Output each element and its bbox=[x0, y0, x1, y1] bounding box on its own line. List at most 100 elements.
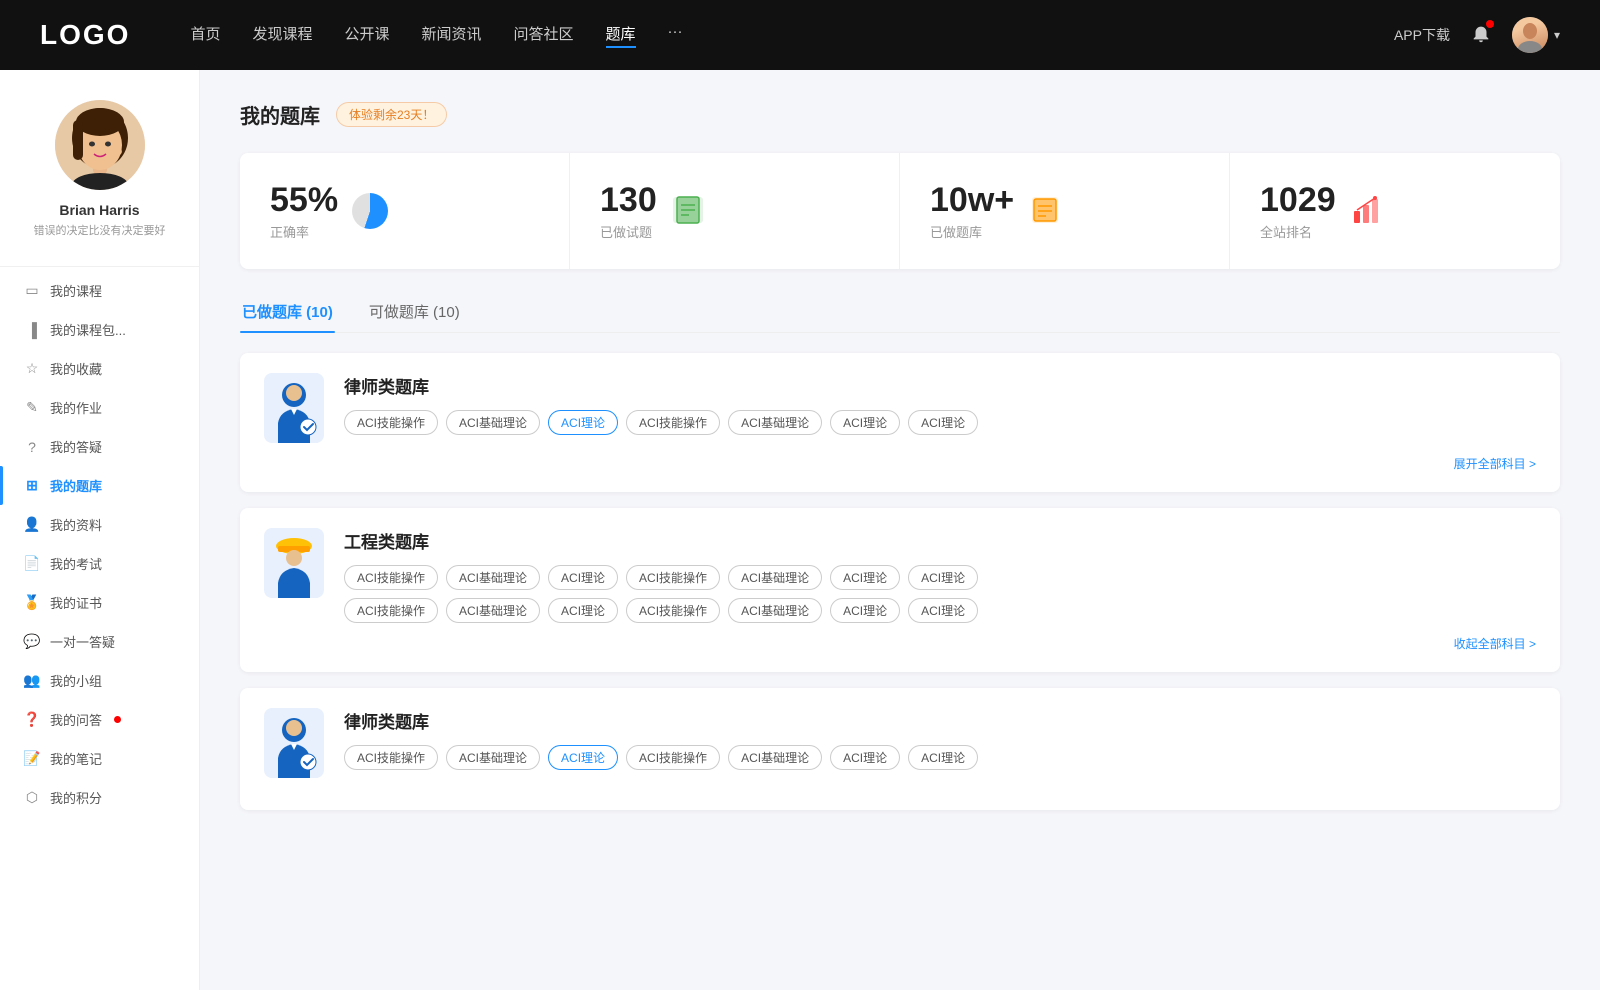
chevron-down-icon: ▾ bbox=[1554, 28, 1560, 42]
group-icon: 👥 bbox=[24, 673, 40, 689]
sidebar-item-cert[interactable]: 🏅 我的证书 bbox=[0, 583, 199, 622]
tab-done[interactable]: 已做题库 (10) bbox=[240, 293, 335, 332]
bank-tag[interactable]: ACI理论 bbox=[908, 410, 978, 435]
tab-available[interactable]: 可做题库 (10) bbox=[367, 293, 462, 332]
bank-card-3: 律师类题库 ACI技能操作 ACI基础理论 ACI理论 ACI技能操作 ACI基… bbox=[240, 688, 1560, 810]
bank-card-3-title: 律师类题库 bbox=[344, 708, 1536, 733]
doc-icon: 📄 bbox=[24, 556, 40, 572]
stat-done-questions-label: 已做试题 bbox=[600, 222, 657, 241]
user-avatar-menu[interactable]: ▾ bbox=[1512, 17, 1560, 53]
bar-icon: ▐ bbox=[24, 322, 40, 338]
bank-tag[interactable]: ACI基础理论 bbox=[446, 565, 540, 590]
bank-tag[interactable]: ACI基础理论 bbox=[446, 410, 540, 435]
sidebar-item-points[interactable]: ⬡ 我的积分 bbox=[0, 778, 199, 817]
bank-tag[interactable]: ACI理论 bbox=[908, 598, 978, 623]
bank-card-2-tags-row2: ACI技能操作 ACI基础理论 ACI理论 ACI技能操作 ACI基础理论 AC… bbox=[344, 598, 1536, 623]
stat-done-banks-value: 10w+ bbox=[930, 181, 1014, 220]
avatar bbox=[1512, 17, 1548, 53]
bank-tag[interactable]: ACI理论 bbox=[908, 565, 978, 590]
bank-tag[interactable]: ACI技能操作 bbox=[626, 745, 720, 770]
bank-card-2-tags-row1: ACI技能操作 ACI基础理论 ACI理论 ACI技能操作 ACI基础理论 AC… bbox=[344, 565, 1536, 590]
sidebar-item-questions[interactable]: ❓ 我的问答 bbox=[0, 700, 199, 739]
sidebar-item-qa[interactable]: ? 我的答疑 bbox=[0, 427, 199, 466]
bank-tag[interactable]: ACI理论 bbox=[548, 598, 618, 623]
bank-tag[interactable]: ACI基础理论 bbox=[446, 745, 540, 770]
user-icon: 👤 bbox=[24, 517, 40, 533]
nav-news[interactable]: 新闻资讯 bbox=[422, 23, 482, 48]
bank-card-2-footer[interactable]: 收起全部科目 > bbox=[264, 635, 1536, 652]
bank-tag[interactable]: ACI技能操作 bbox=[344, 565, 438, 590]
bank-card-2: 工程类题库 ACI技能操作 ACI基础理论 ACI理论 ACI技能操作 ACI基… bbox=[240, 508, 1560, 672]
bank-tag[interactable]: ACI基础理论 bbox=[728, 598, 822, 623]
bank-tag[interactable]: ACI技能操作 bbox=[344, 598, 438, 623]
nav-open[interactable]: 公开课 bbox=[344, 23, 389, 48]
bank-tag[interactable]: ACI技能操作 bbox=[626, 598, 720, 623]
page-title: 我的题库 bbox=[240, 100, 320, 129]
file-icon: ▭ bbox=[24, 283, 40, 299]
sidebar-item-homework[interactable]: ✎ 我的作业 bbox=[0, 388, 199, 427]
nav-bank[interactable]: 题库 bbox=[606, 23, 636, 48]
sidebar-item-groups[interactable]: 👥 我的小组 bbox=[0, 661, 199, 700]
brand-logo[interactable]: LOGO bbox=[40, 19, 130, 51]
sidebar-item-courses[interactable]: ▭ 我的课程 bbox=[0, 271, 199, 310]
bank-tag[interactable]: ACI理论 bbox=[830, 565, 900, 590]
nav-qa[interactable]: 问答社区 bbox=[514, 23, 574, 48]
profile-motto: 错误的决定比没有决定要好 bbox=[20, 222, 179, 238]
edit-icon: ✎ bbox=[24, 400, 40, 416]
nav-more[interactable]: ··· bbox=[668, 23, 683, 48]
sidebar-profile: Brian Harris 错误的决定比没有决定要好 bbox=[0, 100, 199, 262]
unread-badge bbox=[114, 716, 121, 723]
stat-done-questions-value: 130 bbox=[600, 181, 657, 220]
stat-done-banks: 10w+ 已做题库 bbox=[900, 153, 1230, 269]
cert-icon: 🏅 bbox=[24, 595, 40, 611]
bank-tag-selected[interactable]: ACI理论 bbox=[548, 745, 618, 770]
app-download-link[interactable]: APP下载 bbox=[1394, 25, 1450, 45]
navbar-right: APP下载 ▾ bbox=[1394, 17, 1560, 53]
bar-red-icon bbox=[1350, 193, 1386, 229]
sidebar-item-notes[interactable]: 📝 我的笔记 bbox=[0, 739, 199, 778]
stats-row: 55% 正确率 130 已做试题 bbox=[240, 153, 1560, 269]
sidebar-item-course-pack[interactable]: ▐ 我的课程包... bbox=[0, 310, 199, 349]
pie-chart-icon bbox=[352, 193, 388, 229]
bank-card-1: 律师类题库 ACI技能操作 ACI基础理论 ACI理论 ACI技能操作 ACI基… bbox=[240, 353, 1560, 492]
nav-home[interactable]: 首页 bbox=[190, 23, 220, 48]
sidebar-item-tutoring[interactable]: 💬 一对一答疑 bbox=[0, 622, 199, 661]
bank-tag[interactable]: ACI理论 bbox=[908, 745, 978, 770]
stat-accuracy-label: 正确率 bbox=[270, 222, 338, 241]
engineer-icon bbox=[264, 528, 324, 598]
sidebar: Brian Harris 错误的决定比没有决定要好 ▭ 我的课程 ▐ 我的课程包… bbox=[0, 70, 200, 990]
bank-tag[interactable]: ACI技能操作 bbox=[626, 565, 720, 590]
chat-icon: 💬 bbox=[24, 634, 40, 650]
sidebar-item-profile[interactable]: 👤 我的资料 bbox=[0, 505, 199, 544]
lawyer-icon bbox=[264, 373, 324, 443]
sidebar-item-favorites[interactable]: ☆ 我的收藏 bbox=[0, 349, 199, 388]
bank-tag[interactable]: ACI基础理论 bbox=[728, 745, 822, 770]
bank-card-1-title: 律师类题库 bbox=[344, 373, 1536, 398]
bank-tag[interactable]: ACI技能操作 bbox=[344, 745, 438, 770]
bank-tag[interactable]: ACI基础理论 bbox=[446, 598, 540, 623]
bank-tag-selected[interactable]: ACI理论 bbox=[548, 410, 618, 435]
avatar bbox=[55, 100, 145, 190]
points-icon: ⬡ bbox=[24, 790, 40, 806]
bank-tag[interactable]: ACI理论 bbox=[830, 410, 900, 435]
sidebar-item-exam[interactable]: 📄 我的考试 bbox=[0, 544, 199, 583]
stat-accuracy-value: 55% bbox=[270, 181, 338, 220]
bank-tag[interactable]: ACI技能操作 bbox=[626, 410, 720, 435]
trial-badge: 体验剩余23天！ bbox=[336, 102, 447, 127]
bank-card-1-tags: ACI技能操作 ACI基础理论 ACI理论 ACI技能操作 ACI基础理论 AC… bbox=[344, 410, 1536, 435]
note-icon: 📝 bbox=[24, 751, 40, 767]
bank-tag[interactable]: ACI理论 bbox=[548, 565, 618, 590]
bank-tag[interactable]: ACI基础理论 bbox=[728, 410, 822, 435]
bank-tag[interactable]: ACI基础理论 bbox=[728, 565, 822, 590]
bank-card-1-footer[interactable]: 展开全部科目 > bbox=[264, 455, 1536, 472]
bank-tag[interactable]: ACI理论 bbox=[830, 745, 900, 770]
qa-icon: ❓ bbox=[24, 712, 40, 728]
notification-bell[interactable] bbox=[1470, 22, 1492, 49]
bank-tag[interactable]: ACI理论 bbox=[830, 598, 900, 623]
main-content: 我的题库 体验剩余23天！ 55% 正确率 130 已做试题 bbox=[200, 70, 1600, 990]
nav-discover[interactable]: 发现课程 bbox=[252, 23, 312, 48]
bank-card-2-title: 工程类题库 bbox=[344, 528, 1536, 553]
bank-tag[interactable]: ACI技能操作 bbox=[344, 410, 438, 435]
stat-done-banks-label: 已做题库 bbox=[930, 222, 1014, 241]
sidebar-item-bank[interactable]: ⊞ 我的题库 bbox=[0, 466, 199, 505]
